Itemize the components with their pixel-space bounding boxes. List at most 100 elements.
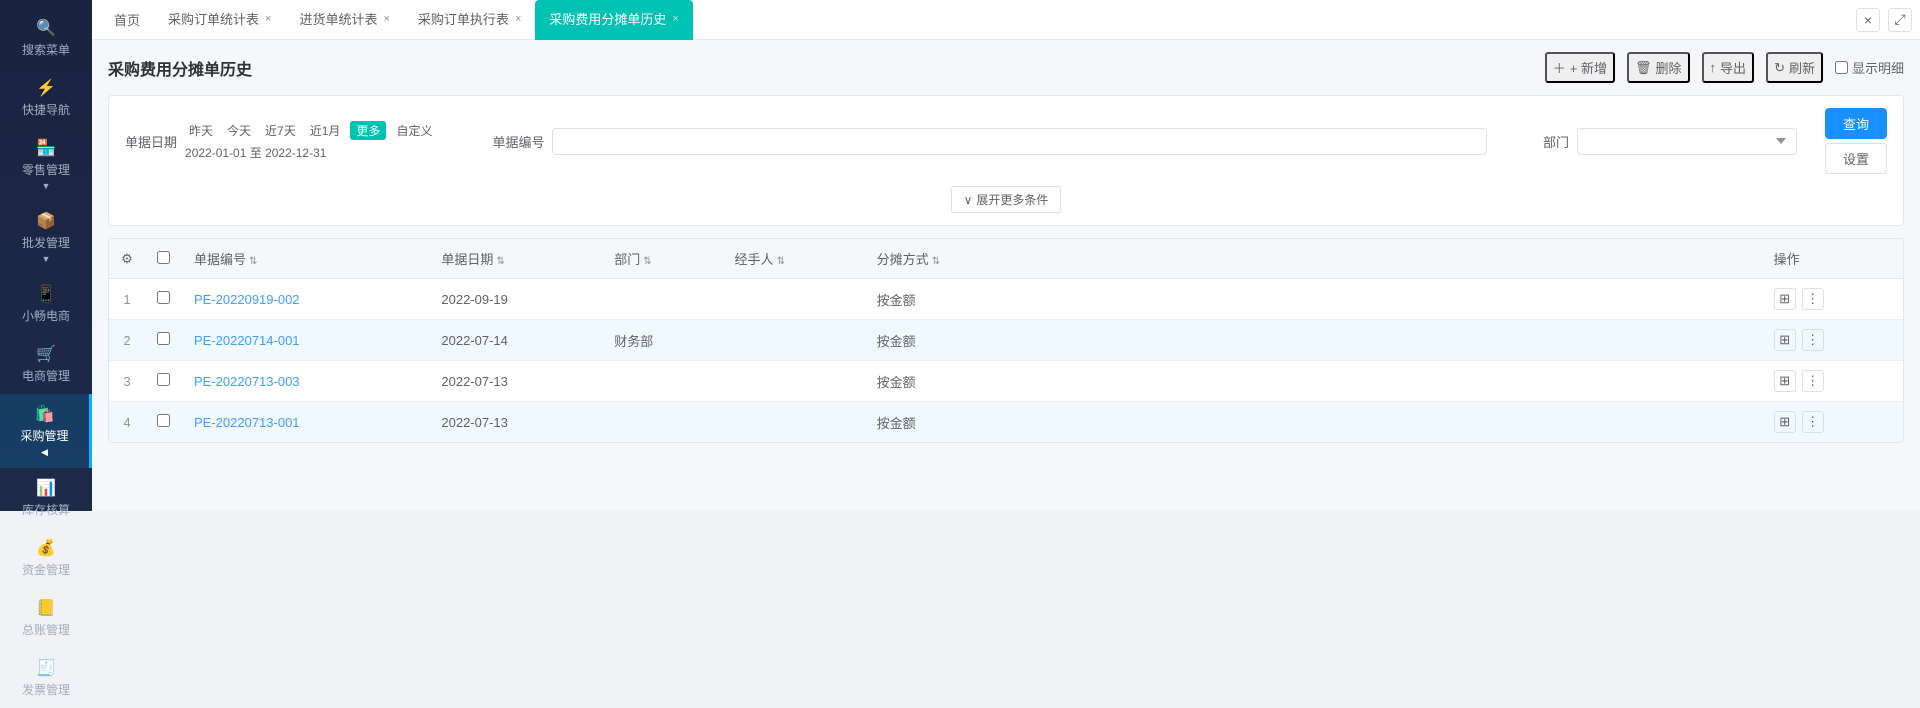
tab-home-label: 首页 — [114, 10, 140, 29]
sidebar-item-ledger[interactable]: 📒 总账管理 — [0, 588, 92, 648]
sidebar-item-ecommerce[interactable]: 🛒 电商管理 — [0, 334, 92, 394]
custom-btn[interactable]: 自定义 — [392, 121, 436, 140]
more-actions-button[interactable]: ⋮ — [1802, 411, 1824, 433]
row-num: 3 — [109, 361, 145, 402]
tab-purchase-order-exec[interactable]: 采购订单执行表 × — [404, 0, 535, 40]
close-all-tabs-button[interactable]: × — [1856, 8, 1880, 32]
sidebar-item-inventory[interactable]: 📊 库存核算 — [0, 468, 92, 528]
more-btn[interactable]: 更多 — [350, 121, 386, 140]
view-button[interactable]: ⊞ — [1774, 329, 1796, 351]
col-header-actions: 操作 — [1762, 239, 1903, 279]
more-actions-button[interactable]: ⋮ — [1802, 329, 1824, 351]
dept-select[interactable]: 财务部 — [1577, 128, 1797, 155]
settings-button[interactable]: 设置 — [1825, 143, 1887, 174]
close-icon[interactable]: × — [515, 13, 521, 25]
tab-purchase-order-stats[interactable]: 采购订单统计表 × — [154, 0, 285, 40]
tab-home[interactable]: 首页 — [100, 0, 154, 40]
yesterday-btn[interactable]: 昨天 — [185, 121, 217, 140]
select-all-checkbox[interactable] — [157, 251, 170, 264]
ecommerce-icon: 🛒 — [36, 344, 56, 364]
sidebar-item-quick[interactable]: ⚡ 快捷导航 — [0, 68, 92, 128]
row-checkbox-cell — [145, 320, 182, 361]
date-range-text: 2022-01-01 至 2022-12-31 — [185, 144, 436, 161]
more-actions-button[interactable]: ⋮ — [1802, 370, 1824, 392]
export-button[interactable]: ↑ 导出 — [1702, 52, 1755, 83]
view-button[interactable]: ⊞ — [1774, 370, 1796, 392]
gear-header: ⚙ — [109, 239, 145, 279]
page-header: 采购费用分摊单历史 ＋ + 新增 🗑 删除 ↑ 导出 ↻ 刷新 — [108, 52, 1904, 83]
sidebar-item-invoice[interactable]: 🧾 发票管理 — [0, 648, 92, 708]
sidebar-item-search[interactable]: 🔍 搜索菜单 — [0, 8, 92, 68]
dept-label: 部门 — [1543, 132, 1569, 151]
row-checkbox[interactable] — [157, 332, 170, 345]
view-button[interactable]: ⊞ — [1774, 288, 1796, 310]
sidebar-item-label: 快捷导航 — [22, 101, 70, 118]
doc-no-link[interactable]: PE-20220714-001 — [194, 333, 300, 348]
row-num: 2 — [109, 320, 145, 361]
query-button[interactable]: 查询 — [1825, 108, 1887, 139]
row-checkbox[interactable] — [157, 291, 170, 304]
maximize-button[interactable]: ⤢ — [1888, 8, 1912, 32]
sidebar-item-wholesale[interactable]: 📦 批发管理 ▼ — [0, 201, 92, 274]
delete-button[interactable]: 🗑 删除 — [1627, 52, 1690, 83]
refresh-button[interactable]: ↻ 刷新 — [1766, 52, 1823, 83]
today-btn[interactable]: 今天 — [223, 121, 255, 140]
row-doc-date: 2022-09-19 — [429, 279, 602, 320]
col-header-doc-date: 单据日期⇅ — [429, 239, 602, 279]
sidebar-item-label: 发票管理 — [22, 681, 70, 698]
row-checkbox[interactable] — [157, 414, 170, 427]
7days-btn[interactable]: 近7天 — [261, 121, 300, 140]
1month-btn[interactable]: 近1月 — [306, 121, 345, 140]
row-dept: 财务部 — [602, 320, 722, 361]
row-actions-cell: ⊞ ⋮ — [1762, 361, 1903, 402]
sidebar-item-label: 零售管理 — [22, 161, 70, 178]
row-doc-date: 2022-07-14 — [429, 320, 602, 361]
content-area: 采购费用分摊单历史 ＋ + 新增 🗑 删除 ↑ 导出 ↻ 刷新 — [92, 40, 1920, 511]
quick-icon: ⚡ — [36, 78, 56, 98]
sidebar-item-label: 总账管理 — [22, 621, 70, 638]
sort-icon[interactable]: ⇅ — [777, 256, 785, 267]
table-header-row: ⚙ 单据编号⇅ 单据日期⇅ 部门⇅ — [109, 239, 1903, 279]
sort-icon[interactable]: ⇅ — [249, 256, 257, 267]
close-icon[interactable]: × — [383, 13, 389, 25]
sort-icon[interactable]: ⇅ — [496, 256, 504, 267]
search-icon: 🔍 — [36, 18, 56, 38]
doc-no-link[interactable]: PE-20220919-002 — [194, 292, 300, 307]
add-button[interactable]: ＋ + 新增 — [1545, 52, 1615, 83]
checkbox-header — [145, 239, 182, 279]
gear-icon[interactable]: ⚙ — [121, 251, 133, 266]
more-actions-button[interactable]: ⋮ — [1802, 288, 1824, 310]
tab-purchase-cost-history[interactable]: 采购费用分摊单历史 × — [535, 0, 692, 40]
date-label: 单据日期 — [125, 132, 177, 151]
filter-row: 单据日期 昨天 今天 近7天 近1月 更多 自定义 2022-01-01 至 2… — [125, 108, 1887, 174]
view-button[interactable]: ⊞ — [1774, 411, 1796, 433]
retail-icon: 🏪 — [36, 138, 56, 158]
data-table-wrapper: ⚙ 单据编号⇅ 单据日期⇅ 部门⇅ — [108, 238, 1904, 443]
row-doc-date: 2022-07-13 — [429, 361, 602, 402]
tab-purchase-inbound-stats[interactable]: 进货单统计表 × — [285, 0, 403, 40]
sidebar-item-retail[interactable]: 🏪 零售管理 ▼ — [0, 128, 92, 201]
row-checkbox[interactable] — [157, 373, 170, 386]
doc-no-input[interactable] — [552, 128, 1487, 155]
expand-conditions-button[interactable]: ∨ 展开更多条件 — [951, 186, 1062, 213]
sidebar-item-finance[interactable]: 💰 资金管理 — [0, 528, 92, 588]
row-handler — [723, 279, 865, 320]
delete-icon: 🗑 — [1635, 60, 1652, 76]
refresh-icon: ↻ — [1774, 60, 1785, 76]
ledger-icon: 📒 — [36, 598, 56, 618]
row-actions-cell: ⊞ ⋮ — [1762, 402, 1903, 443]
sidebar-item-label: 批发管理 — [22, 234, 70, 251]
close-icon[interactable]: × — [672, 13, 678, 25]
sidebar-item-mobile[interactable]: 📱 小畅电商 — [0, 274, 92, 334]
doc-no-link[interactable]: PE-20220713-003 — [194, 374, 300, 389]
tab-label: 采购费用分摊单历史 — [549, 9, 666, 28]
sort-icon[interactable]: ⇅ — [932, 256, 940, 267]
close-icon[interactable]: × — [265, 13, 271, 25]
doc-no-link[interactable]: PE-20220713-001 — [194, 415, 300, 430]
sort-icon[interactable]: ⇅ — [643, 256, 651, 267]
sidebar-item-purchase[interactable]: 🛍️ 采购管理 ◀ — [0, 394, 92, 468]
show-columns-checkbox[interactable] — [1835, 61, 1848, 74]
col-header-handler: 经手人⇅ — [723, 239, 865, 279]
row-actions-cell: ⊞ ⋮ — [1762, 279, 1903, 320]
purchase-icon: 🛍️ — [35, 404, 55, 424]
